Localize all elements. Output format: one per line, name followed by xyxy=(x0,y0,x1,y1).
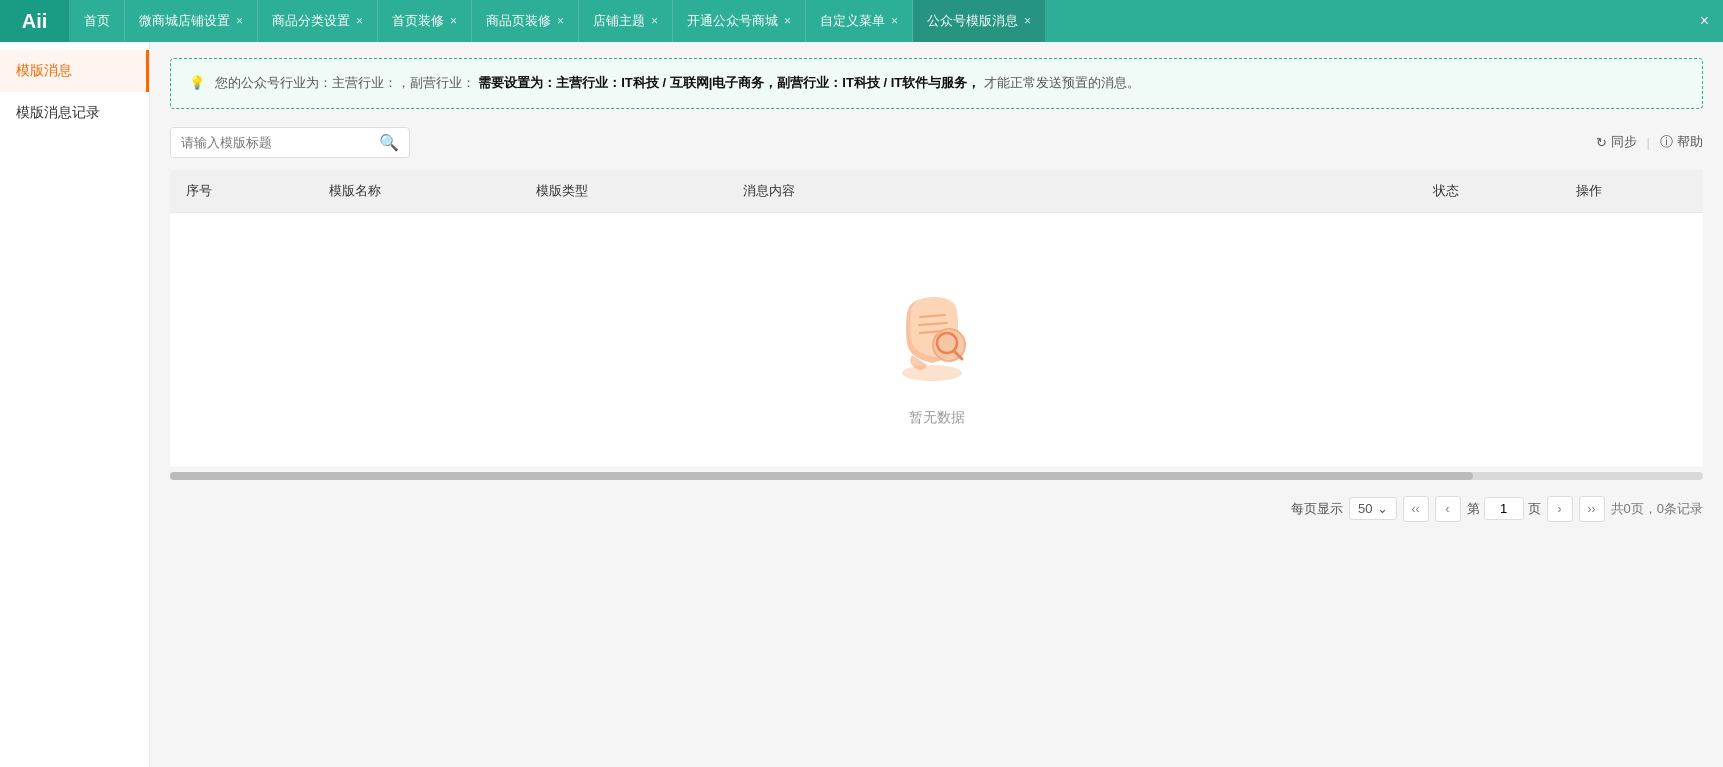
nav-tab-custom-menu[interactable]: 自定义菜单× xyxy=(806,0,913,42)
data-table: 序号模版名称模版类型消息内容状态操作 xyxy=(170,170,1703,468)
page-number-input[interactable] xyxy=(1484,497,1524,520)
nav-tab-store-settings[interactable]: 微商城店铺设置× xyxy=(125,0,258,42)
table-col-status: 状态 xyxy=(1417,170,1560,213)
top-nav: Aii 首页微商城店铺设置×商品分类设置×首页装修×商品页装修×店铺主题×开通公… xyxy=(0,0,1723,42)
page-input-group: 第 页 xyxy=(1467,497,1541,520)
toolbar: 🔍 ↻ 同步 | ⓘ 帮助 xyxy=(170,127,1703,158)
search-box: 🔍 xyxy=(170,127,410,158)
page-size-select[interactable]: 50 ⌄ xyxy=(1349,497,1396,520)
table-col-content: 消息内容 xyxy=(727,170,1417,213)
page-unit: 页 xyxy=(1528,500,1541,518)
page-size-value: 50 xyxy=(1358,501,1372,516)
logo-text: Ai xyxy=(22,10,42,33)
nav-tab-close-open-mall[interactable]: × xyxy=(784,14,791,28)
notice-box: 💡 您的公众号行业为：主营行业：，副营行业： 需要设置为：主营行业：IT科技 /… xyxy=(170,58,1703,109)
nav-tab-category-settings[interactable]: 商品分类设置× xyxy=(258,0,378,42)
help-icon: ⓘ xyxy=(1660,133,1673,151)
nav-tab-close-category-settings[interactable]: × xyxy=(356,14,363,28)
page-size-label: 每页显示 xyxy=(1291,500,1343,518)
nav-tab-open-mall[interactable]: 开通公众号商城× xyxy=(673,0,806,42)
nav-tab-close-store-theme[interactable]: × xyxy=(651,14,658,28)
empty-state: 暂无数据 xyxy=(170,213,1703,467)
empty-text: 暂无数据 xyxy=(170,409,1703,427)
page-last-button[interactable]: ›› xyxy=(1579,496,1605,522)
page-label: 第 xyxy=(1467,500,1480,518)
notice-suffix: 才能正常发送预置的消息。 xyxy=(984,75,1140,90)
nav-tab-close-custom-menu[interactable]: × xyxy=(891,14,898,28)
nav-tab-product-decor[interactable]: 商品页装修× xyxy=(472,0,579,42)
table-col-action: 操作 xyxy=(1560,170,1703,213)
help-label: 帮助 xyxy=(1677,133,1703,151)
nav-tab-homepage-decor[interactable]: 首页装修× xyxy=(378,0,472,42)
search-input[interactable] xyxy=(171,128,369,157)
content-area: 💡 您的公众号行业为：主营行业：，副营行业： 需要设置为：主营行业：IT科技 /… xyxy=(150,42,1723,767)
page-next-button[interactable]: › xyxy=(1547,496,1573,522)
notice-prefix: 您的公众号行业为：主营行业：，副营行业： xyxy=(215,75,475,90)
table-scrollbar[interactable] xyxy=(170,472,1703,480)
table-col-index: 序号 xyxy=(170,170,313,213)
nav-tab-close-store-settings[interactable]: × xyxy=(236,14,243,28)
table-container: 序号模版名称模版类型消息内容状态操作 xyxy=(170,170,1703,468)
page-prev-button[interactable]: ‹ xyxy=(1435,496,1461,522)
toolbar-divider: | xyxy=(1647,135,1650,150)
sidebar-item-template-record[interactable]: 模版消息记录 xyxy=(0,92,149,134)
app-logo: Aii xyxy=(0,0,70,42)
sync-icon: ↻ xyxy=(1596,135,1607,150)
nav-tab-template-msg[interactable]: 公众号模版消息× xyxy=(913,0,1046,42)
nav-tab-close-homepage-decor[interactable]: × xyxy=(450,14,457,28)
svg-point-0 xyxy=(902,365,962,381)
sync-label: 同步 xyxy=(1611,133,1637,151)
page-first-button[interactable]: ‹‹ xyxy=(1403,496,1429,522)
help-button[interactable]: ⓘ 帮助 xyxy=(1660,133,1703,151)
scroll-thumb[interactable] xyxy=(170,472,1473,480)
notice-icon: 💡 xyxy=(189,75,205,90)
main-layout: 模版消息模版消息记录 💡 您的公众号行业为：主营行业：，副营行业： 需要设置为：… xyxy=(0,42,1723,767)
nav-tab-close-product-decor[interactable]: × xyxy=(557,14,564,28)
empty-illustration xyxy=(877,273,997,393)
nav-tab-store-theme[interactable]: 店铺主题× xyxy=(579,0,673,42)
toolbar-right: ↻ 同步 | ⓘ 帮助 xyxy=(1596,133,1703,151)
notice-highlight: 需要设置为：主营行业：IT科技 / 互联网|电子商务，副营行业：IT科技 / I… xyxy=(478,75,980,90)
sidebar: 模版消息模版消息记录 xyxy=(0,42,150,767)
total-info: 共0页，0条记录 xyxy=(1611,500,1703,518)
pagination: 每页显示 50 ⌄ ‹‹ ‹ 第 页 › ›› 共0页，0条记录 xyxy=(170,492,1703,526)
sidebar-item-template-message[interactable]: 模版消息 xyxy=(0,50,149,92)
close-all-button[interactable]: × xyxy=(1686,0,1723,42)
search-button[interactable]: 🔍 xyxy=(369,133,409,152)
nav-tab-home[interactable]: 首页 xyxy=(70,0,125,42)
table-col-name: 模版名称 xyxy=(313,170,520,213)
sync-button[interactable]: ↻ 同步 xyxy=(1596,133,1637,151)
search-icon: 🔍 xyxy=(379,134,399,151)
table-col-type: 模版类型 xyxy=(520,170,727,213)
page-size-chevron: ⌄ xyxy=(1377,501,1388,516)
nav-tab-close-template-msg[interactable]: × xyxy=(1024,14,1031,28)
